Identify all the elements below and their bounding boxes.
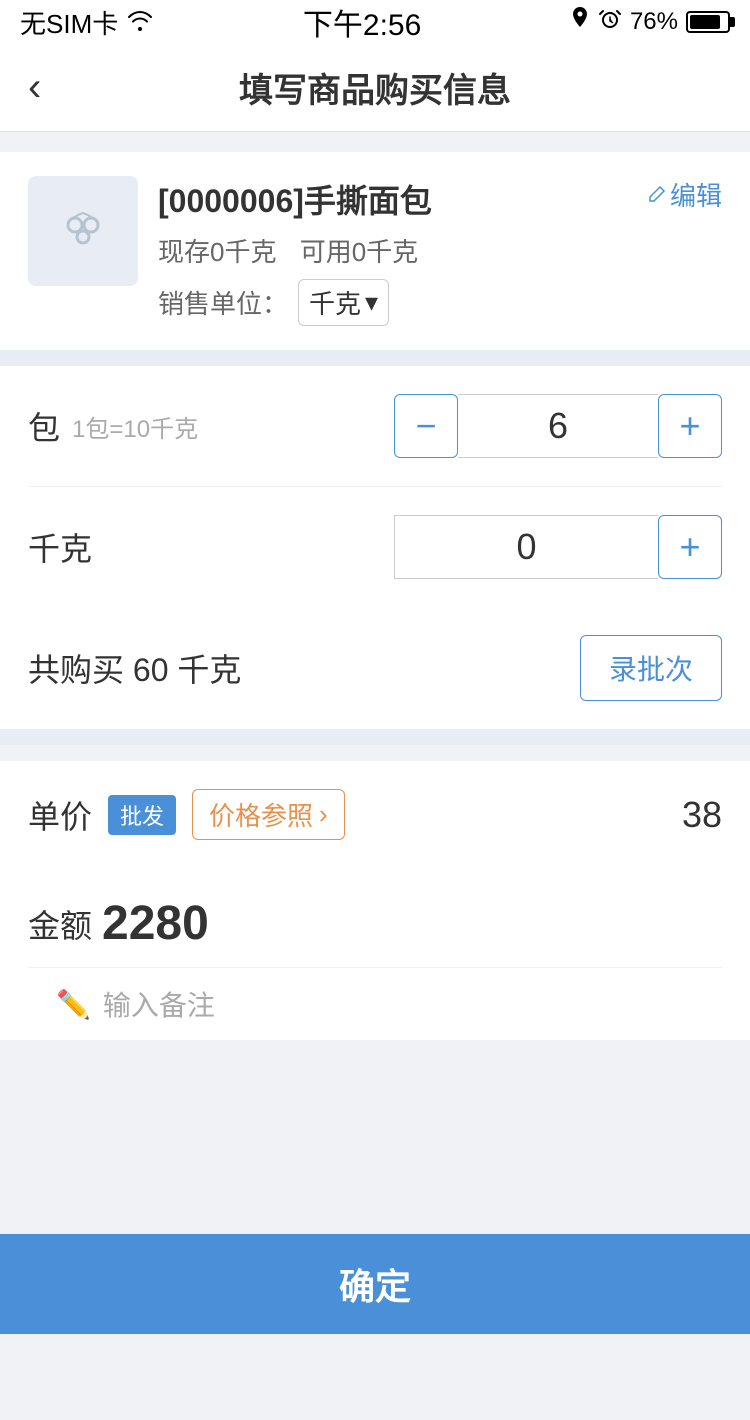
product-top-row: [0000006]手撕面包 编辑 [158,176,722,232]
status-bar: 无SIM卡 下午2:56 76% [0,0,750,44]
alarm-icon [598,7,622,38]
price-ref-button[interactable]: 价格参照 › [192,789,345,840]
bao-input-row: 包 1包=10千克 − + [28,366,722,487]
product-image [28,176,138,286]
price-label: 单价 [28,792,92,838]
input-section: 包 1包=10千克 − + 千克 + [0,366,750,607]
note-placeholder: 输入备注 [103,984,215,1024]
back-button[interactable]: ‹ [28,65,41,110]
carrier-label: 无SIM卡 [20,4,118,41]
nav-bar: ‹ 填写商品购买信息 [0,44,750,132]
bao-input[interactable] [458,394,658,458]
location-icon [570,7,590,38]
wifi-icon [126,7,154,38]
edit-button[interactable]: 编辑 [646,176,722,213]
divider-1 [0,350,750,366]
pencil-icon: ✏️ [56,988,91,1021]
amount-row: 金额 2280 [28,896,722,951]
status-time: 下午2:56 [303,0,421,44]
bao-label: 包 1包=10千克 [28,403,198,449]
price-value: 38 [682,794,722,836]
product-info: [0000006]手撕面包 编辑 现存0千克 可用0千克 销售单位： 千克 ▾ [158,176,722,326]
status-right: 76% [570,7,730,38]
bao-hint: 1包=10千克 [72,409,198,444]
price-tag: 批发 [108,795,176,835]
confirm-button[interactable]: 确定 [0,1234,750,1334]
kg-input[interactable] [394,515,658,579]
amount-label: 金额 [28,901,92,947]
kg-label: 千克 [28,524,92,570]
status-left: 无SIM卡 [20,4,154,41]
product-name: [0000006]手撕面包 [158,176,432,222]
divider-2 [0,729,750,745]
kg-input-row: 千克 + [28,487,722,607]
product-card: [0000006]手撕面包 编辑 现存0千克 可用0千克 销售单位： 千克 ▾ [0,152,750,350]
battery-icon [686,11,730,33]
bao-plus-button[interactable]: + [658,394,722,458]
bao-minus-button[interactable]: − [394,394,458,458]
unit-select[interactable]: 千克 ▾ [298,279,389,326]
page-title: 填写商品购买信息 [239,63,511,112]
price-section: 单价 批发 价格参照 › 38 [0,761,750,868]
kg-stepper: + [394,515,722,579]
bao-stepper: − + [394,394,722,458]
product-unit-row: 销售单位： 千克 ▾ [158,279,722,326]
product-stock: 现存0千克 可用0千克 [158,232,722,269]
summary-row: 共购买 60 千克 录批次 [0,607,750,729]
battery-percent: 76% [630,8,678,36]
amount-section: 金额 2280 ✏️ 输入备注 [0,868,750,1040]
note-row[interactable]: ✏️ 输入备注 [28,967,722,1040]
kg-plus-button[interactable]: + [658,515,722,579]
batch-button[interactable]: 录批次 [580,635,722,701]
summary-text: 共购买 60 千克 [28,645,241,691]
amount-value: 2280 [102,896,209,951]
empty-area [0,1040,750,1420]
